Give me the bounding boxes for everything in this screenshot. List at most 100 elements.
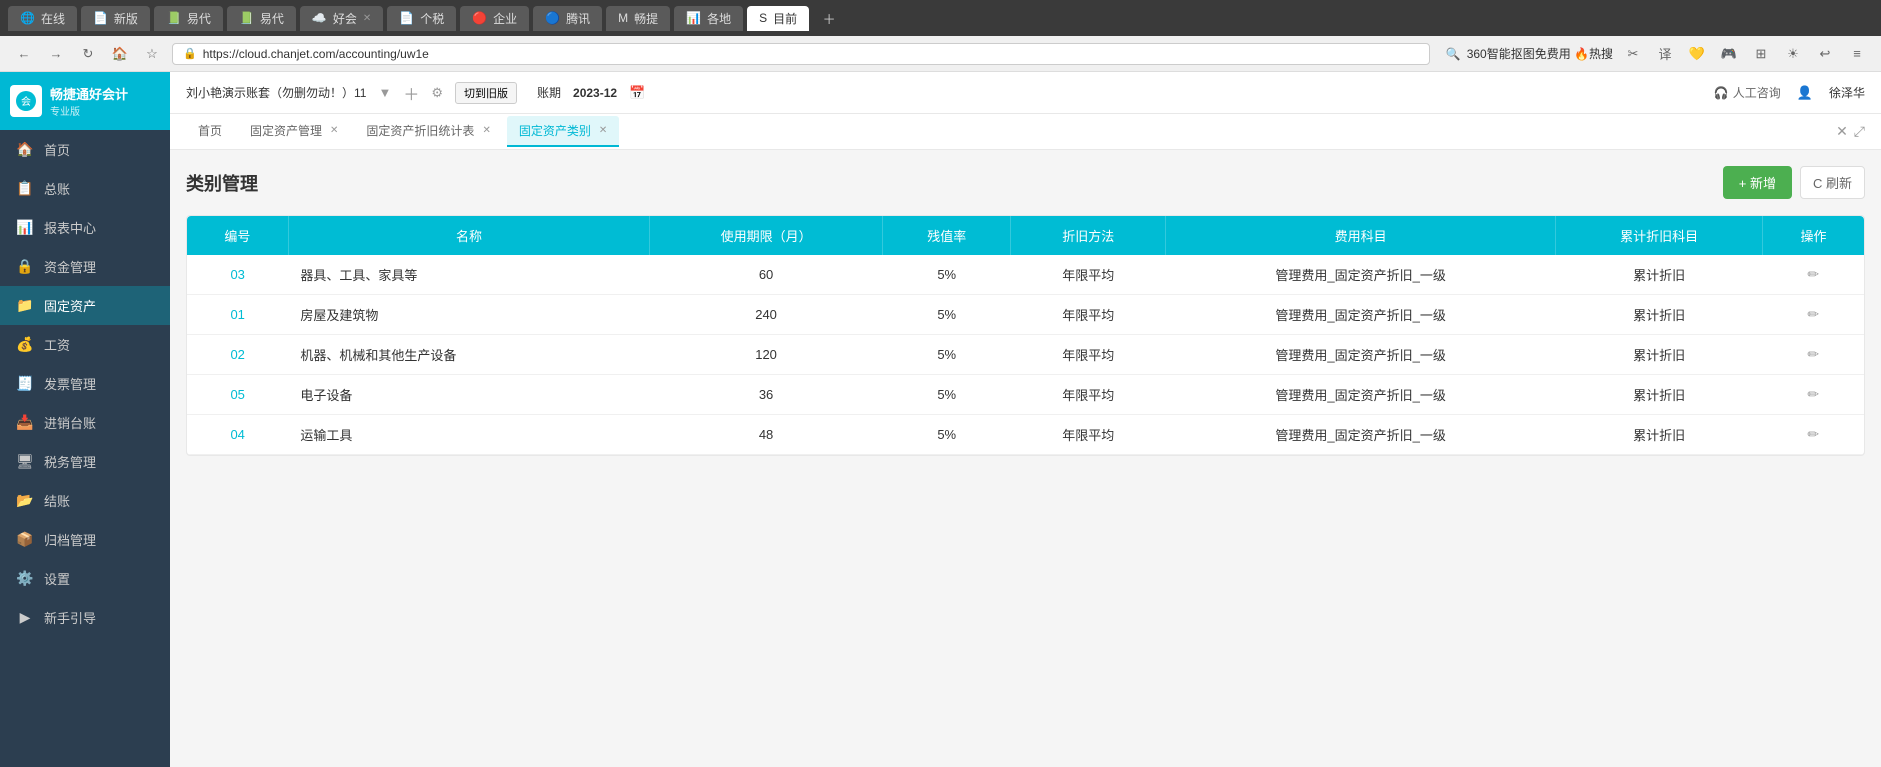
calendar-icon[interactable]: 📅: [629, 85, 645, 101]
home-btn[interactable]: 🏠: [108, 42, 132, 66]
tab-yidai1[interactable]: 📗 易代: [154, 6, 223, 31]
page-title: 类别管理: [186, 170, 258, 196]
sidebar-item-tax[interactable]: 🖥 税务管理: [0, 442, 170, 481]
table-body: 03 器具、工具、家具等 60 5% 年限平均 管理费用_固定资产折旧_一级 累…: [187, 255, 1864, 455]
sidebar-item-fund[interactable]: 🔒 资金管理: [0, 247, 170, 286]
edit-btn-1[interactable]: ✏: [1807, 306, 1819, 322]
refresh-btn[interactable]: C 刷新: [1800, 166, 1865, 199]
headset-icon: 🎧: [1714, 86, 1729, 100]
close-panel-icon[interactable]: ✕: [1836, 123, 1848, 140]
star-btn[interactable]: ☆: [140, 42, 164, 66]
page-tab-depreciation-table[interactable]: 固定资产折旧统计表 ✕: [354, 116, 502, 147]
tab-yidai2[interactable]: 📗 易代: [227, 6, 296, 31]
user-avatar-icon: 👤: [1797, 85, 1813, 101]
archive-icon: 📦: [16, 531, 34, 549]
close-tab-fixed-assets-mgmt-icon[interactable]: ✕: [330, 125, 338, 136]
scissors-btn[interactable]: ✂: [1621, 42, 1645, 66]
tab-haohui[interactable]: ☁️ 好会 ✕: [300, 6, 383, 31]
tab-qiye[interactable]: 🔴 企业: [460, 6, 529, 31]
categories-table: 编号 名称 使用期限（月） 残值率 折旧方法 费用科目 累计折旧科目 操作 03…: [187, 216, 1864, 455]
tab-gedi[interactable]: 📊 各地: [674, 6, 743, 31]
tab-new[interactable]: 📄 新版: [81, 6, 150, 31]
edit-btn-4[interactable]: ✏: [1807, 426, 1819, 442]
menu-btn[interactable]: ≡: [1845, 42, 1869, 66]
sidebar-item-closing[interactable]: 📂 结账: [0, 481, 170, 520]
search-bar[interactable]: 🔍 360智能抠图免费用 🔥热搜: [1446, 45, 1613, 62]
maximize-panel-icon[interactable]: ⤢: [1854, 123, 1865, 140]
logo-icon: 会: [10, 85, 42, 117]
tab-online[interactable]: 🌐 在线: [8, 6, 77, 31]
undo-btn[interactable]: ↩: [1813, 42, 1837, 66]
dropdown-icon[interactable]: ▼: [378, 85, 391, 100]
cell-expense-0: 管理费用_固定资产折旧_一级: [1166, 255, 1556, 295]
logo-title: 畅捷通好会计: [50, 84, 128, 103]
tab-changti[interactable]: M 畅提: [606, 6, 670, 31]
sidebar-item-home[interactable]: 🏠 首页: [0, 130, 170, 169]
cell-actions-0: ✏: [1763, 255, 1864, 295]
close-tab-depreciation-table-icon[interactable]: ✕: [482, 125, 490, 136]
close-tab-categories-icon[interactable]: ✕: [599, 125, 607, 136]
sidebar-item-settings[interactable]: ⚙️ 设置: [0, 559, 170, 598]
cell-code-2: 02: [187, 335, 288, 375]
col-header-residual: 残值率: [882, 216, 1010, 255]
page-tab-categories-label: 固定资产类别: [519, 122, 591, 139]
page-tab-home[interactable]: 首页: [186, 116, 234, 147]
sidebar-label-settings: 设置: [44, 569, 70, 588]
tab-muqian[interactable]: S 目前: [747, 6, 809, 31]
page-tabs: 首页 固定资产管理 ✕ 固定资产折旧统计表 ✕ 固定资产类别 ✕ ✕ ⤢: [170, 114, 1881, 150]
table-row: 02 机器、机械和其他生产设备 120 5% 年限平均 管理费用_固定资产折旧_…: [187, 335, 1864, 375]
cell-actions-3: ✏: [1763, 375, 1864, 415]
page-title-bar: 类别管理 + 新增 C 刷新: [186, 166, 1865, 199]
new-tab-btn[interactable]: ＋: [817, 6, 841, 30]
sidebar-item-purchase-sale[interactable]: 📥 进销台账: [0, 403, 170, 442]
user-account-text: 刘小艳演示账套（勿删勿动！）11: [186, 84, 366, 101]
reload-btn[interactable]: ↻: [76, 42, 100, 66]
sun-btn[interactable]: ☀: [1781, 42, 1805, 66]
sidebar-item-tutorial[interactable]: ▶ 新手引导: [0, 598, 170, 637]
wallet-btn[interactable]: 💛: [1685, 42, 1709, 66]
sidebar-item-report[interactable]: 📊 报表中心: [0, 208, 170, 247]
add-category-btn[interactable]: + 新增: [1723, 166, 1792, 199]
ledger-icon: 📋: [16, 180, 34, 198]
address-bar[interactable]: 🔒 https://cloud.chanjet.com/accounting/u…: [172, 43, 1430, 65]
switch-version-btn[interactable]: 切到旧版: [455, 82, 517, 104]
page-tab-fixed-assets-mgmt[interactable]: 固定资产管理 ✕: [238, 116, 350, 147]
edit-btn-3[interactable]: ✏: [1807, 386, 1819, 402]
tab-close-icon[interactable]: ✕: [363, 13, 371, 24]
add-account-btn[interactable]: ＋: [403, 81, 419, 105]
sidebar-item-invoice[interactable]: 🧾 发票管理: [0, 364, 170, 403]
cell-code-1: 01: [187, 295, 288, 335]
cell-residual-4: 5%: [882, 415, 1010, 455]
ssl-icon: 🔒: [183, 47, 197, 60]
app-layout: 会 畅捷通好会计 专业版 🏠 首页 📋 总账 📊 报表中心 🔒 资金管: [0, 72, 1881, 767]
page-tab-fixed-assets-mgmt-label: 固定资产管理: [250, 122, 322, 139]
table-row: 03 器具、工具、家具等 60 5% 年限平均 管理费用_固定资产折旧_一级 累…: [187, 255, 1864, 295]
consultant-label[interactable]: 🎧 人工咨询: [1714, 84, 1781, 101]
tab-geshui[interactable]: 📄 个税: [387, 6, 456, 31]
cell-actions-1: ✏: [1763, 295, 1864, 335]
edit-btn-2[interactable]: ✏: [1807, 346, 1819, 362]
tab-tencent[interactable]: 🔵 腾讯: [533, 6, 602, 31]
sidebar-label-ledger: 总账: [44, 179, 70, 198]
grid-btn[interactable]: ⊞: [1749, 42, 1773, 66]
forward-btn[interactable]: →: [44, 42, 68, 66]
back-btn[interactable]: ←: [12, 42, 36, 66]
sidebar-item-archive[interactable]: 📦 归档管理: [0, 520, 170, 559]
translate-btn[interactable]: 译: [1653, 42, 1677, 66]
page-tab-home-label: 首页: [198, 122, 222, 139]
game-btn[interactable]: 🎮: [1717, 42, 1741, 66]
edit-btn-0[interactable]: ✏: [1807, 266, 1819, 282]
browser-nav-bar: ← → ↻ 🏠 ☆ 🔒 https://cloud.chanjet.com/ac…: [0, 36, 1881, 72]
settings-gear-icon[interactable]: ⚙: [431, 85, 443, 101]
col-header-depreciation: 累计折旧科目: [1556, 216, 1763, 255]
sidebar-label-fund: 资金管理: [44, 257, 96, 276]
settings-icon: ⚙️: [16, 570, 34, 588]
col-header-period: 使用期限（月）: [650, 216, 883, 255]
payroll-icon: 💰: [16, 336, 34, 354]
sidebar-item-payroll[interactable]: 💰 工资: [0, 325, 170, 364]
sidebar-item-ledger[interactable]: 📋 总账: [0, 169, 170, 208]
sidebar-item-fixed-assets[interactable]: 📁 固定资产: [0, 286, 170, 325]
app-header: 刘小艳演示账套（勿删勿动！）11 ▼ ＋ ⚙ 切到旧版 账期 2023-12 📅…: [170, 72, 1881, 114]
svg-text:会: 会: [21, 95, 31, 108]
page-tab-categories[interactable]: 固定资产类别 ✕: [507, 116, 619, 147]
